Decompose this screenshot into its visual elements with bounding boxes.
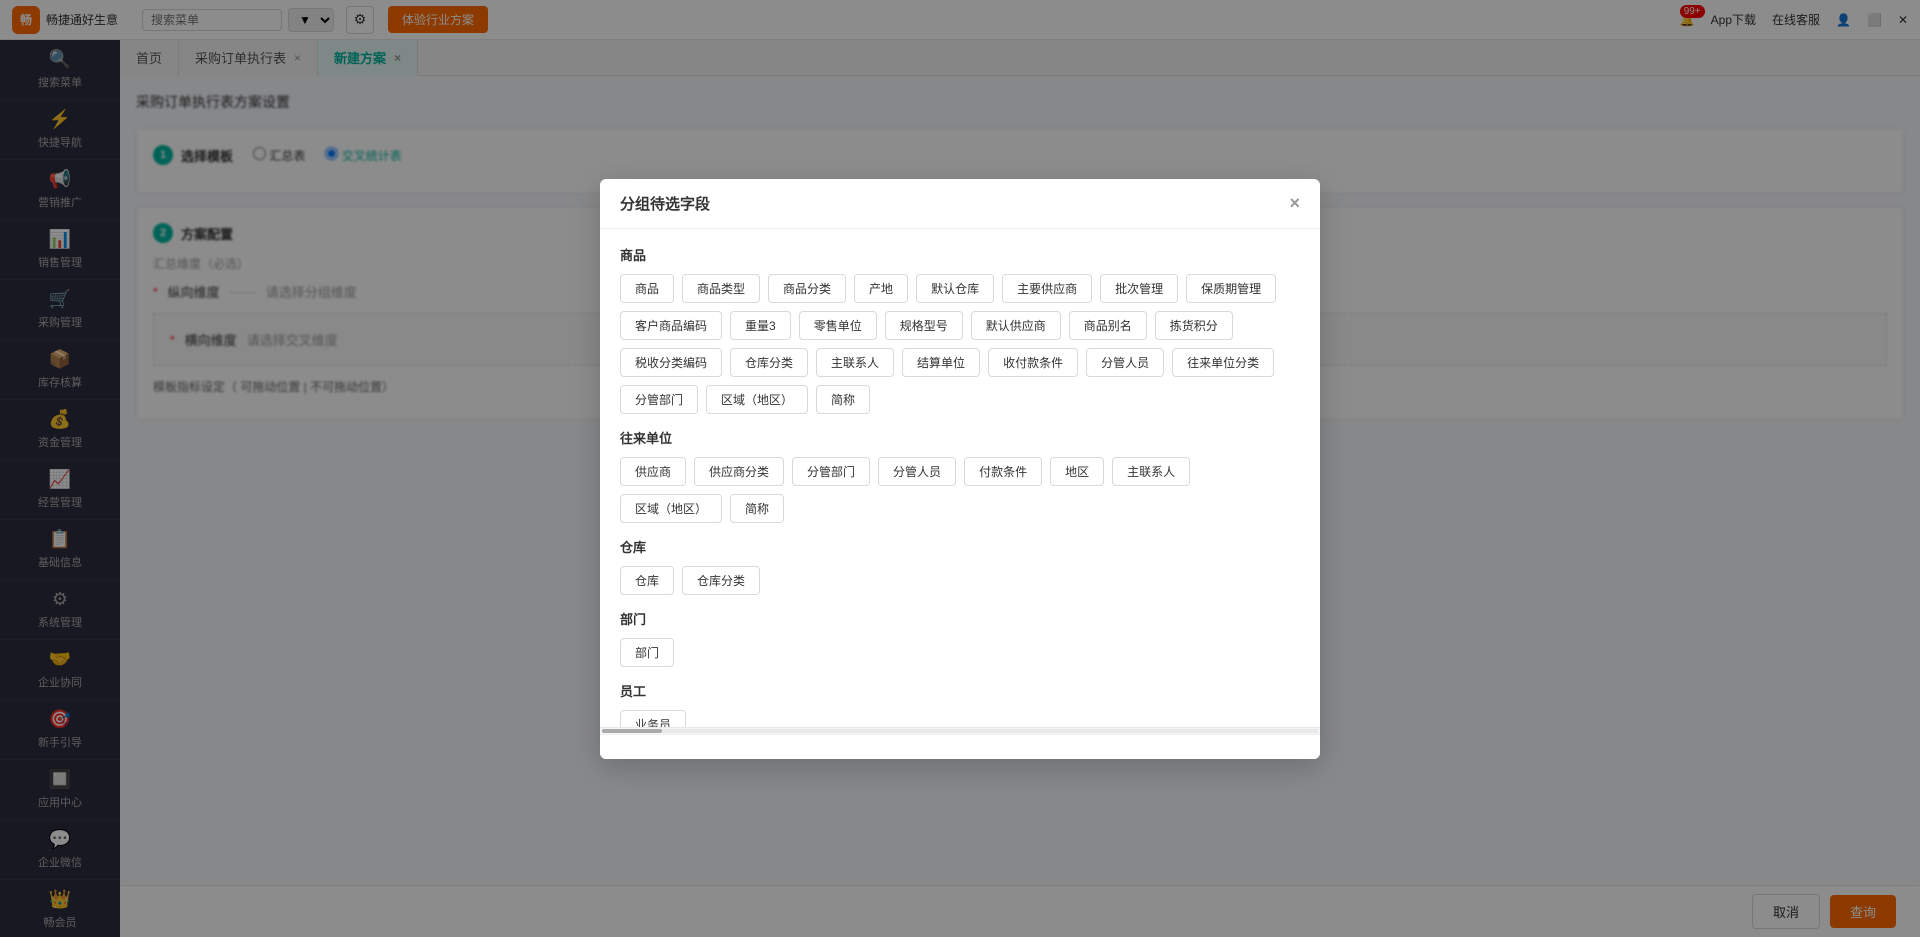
field-tag-1-8[interactable]: 简称 bbox=[730, 494, 784, 523]
field-tag-2-1[interactable]: 仓库分类 bbox=[682, 566, 760, 595]
field-tag-0-9[interactable]: 重量3 bbox=[730, 311, 791, 340]
field-tag-0-7[interactable]: 保质期管理 bbox=[1186, 274, 1276, 303]
field-tag-1-1[interactable]: 供应商分类 bbox=[694, 457, 784, 486]
field-tag-0-4[interactable]: 默认仓库 bbox=[916, 274, 994, 303]
field-tag-0-5[interactable]: 主要供应商 bbox=[1002, 274, 1092, 303]
field-tag-0-13[interactable]: 商品别名 bbox=[1069, 311, 1147, 340]
field-tag-0-10[interactable]: 零售单位 bbox=[799, 311, 877, 340]
field-tag-1-3[interactable]: 分管人员 bbox=[878, 457, 956, 486]
field-tag-0-17[interactable]: 主联系人 bbox=[816, 348, 894, 377]
field-tag-1-0[interactable]: 供应商 bbox=[620, 457, 686, 486]
field-tag-0-18[interactable]: 结算单位 bbox=[902, 348, 980, 377]
field-tag-0-14[interactable]: 拣货积分 bbox=[1155, 311, 1233, 340]
modal-close-button[interactable]: × bbox=[1289, 194, 1300, 212]
field-tag-0-11[interactable]: 规格型号 bbox=[885, 311, 963, 340]
modal-overlay: 分组待选字段 × 商品商品商品类型商品分类产地默认仓库主要供应商批次管理保质期管… bbox=[0, 0, 1920, 937]
field-tag-0-21[interactable]: 往来单位分类 bbox=[1172, 348, 1274, 377]
field-tag-0-16[interactable]: 仓库分类 bbox=[730, 348, 808, 377]
field-select-modal: 分组待选字段 × 商品商品商品类型商品分类产地默认仓库主要供应商批次管理保质期管… bbox=[600, 179, 1320, 759]
field-tag-0-22[interactable]: 分管部门 bbox=[620, 385, 698, 414]
field-tag-1-6[interactable]: 主联系人 bbox=[1112, 457, 1190, 486]
field-tag-0-23[interactable]: 区域（地区） bbox=[706, 385, 808, 414]
field-tags-4: 业务员 bbox=[620, 710, 1300, 727]
modal-hscroll[interactable] bbox=[600, 727, 1320, 734]
field-tags-1: 供应商供应商分类分管部门分管人员付款条件地区主联系人区域（地区） 简称 bbox=[620, 457, 1300, 523]
field-tag-0-1[interactable]: 商品类型 bbox=[682, 274, 760, 303]
section-title-3: 部门 bbox=[620, 609, 1300, 628]
field-tag-0-8[interactable]: 客户商品编码 bbox=[620, 311, 722, 340]
field-tags-0: 商品商品类型商品分类产地默认仓库主要供应商批次管理保质期管理客户商品编码重量3 零… bbox=[620, 274, 1300, 414]
field-tags-2: 仓库仓库分类 bbox=[620, 566, 1300, 595]
field-tag-0-15[interactable]: 税收分类编码 bbox=[620, 348, 722, 377]
hscroll-track bbox=[602, 729, 1318, 733]
field-tag-4-0[interactable]: 业务员 bbox=[620, 710, 686, 727]
hscroll-thumb[interactable] bbox=[602, 729, 662, 733]
field-tag-1-4[interactable]: 付款条件 bbox=[964, 457, 1042, 486]
field-tag-0-19[interactable]: 收付款条件 bbox=[988, 348, 1078, 377]
field-tag-3-0[interactable]: 部门 bbox=[620, 638, 674, 667]
section-title-1: 往来单位 bbox=[620, 428, 1300, 447]
field-tag-0-6[interactable]: 批次管理 bbox=[1100, 274, 1178, 303]
field-tag-1-7[interactable]: 区域（地区） bbox=[620, 494, 722, 523]
field-tag-1-2[interactable]: 分管部门 bbox=[792, 457, 870, 486]
field-tag-0-24[interactable]: 简称 bbox=[816, 385, 870, 414]
field-tags-3: 部门 bbox=[620, 638, 1300, 667]
modal-header: 分组待选字段 × bbox=[600, 179, 1320, 229]
modal-body[interactable]: 商品商品商品类型商品分类产地默认仓库主要供应商批次管理保质期管理客户商品编码重量… bbox=[600, 229, 1320, 727]
field-tag-0-12[interactable]: 默认供应商 bbox=[971, 311, 1061, 340]
field-tag-2-0[interactable]: 仓库 bbox=[620, 566, 674, 595]
field-tag-1-5[interactable]: 地区 bbox=[1050, 457, 1104, 486]
section-title-2: 仓库 bbox=[620, 537, 1300, 556]
modal-title: 分组待选字段 bbox=[620, 193, 710, 214]
field-tag-0-0[interactable]: 商品 bbox=[620, 274, 674, 303]
field-tag-0-20[interactable]: 分管人员 bbox=[1086, 348, 1164, 377]
field-tag-0-2[interactable]: 商品分类 bbox=[768, 274, 846, 303]
modal-footer bbox=[600, 734, 1320, 759]
section-title-0: 商品 bbox=[620, 245, 1300, 264]
field-tag-0-3[interactable]: 产地 bbox=[854, 274, 908, 303]
section-title-4: 员工 bbox=[620, 681, 1300, 700]
